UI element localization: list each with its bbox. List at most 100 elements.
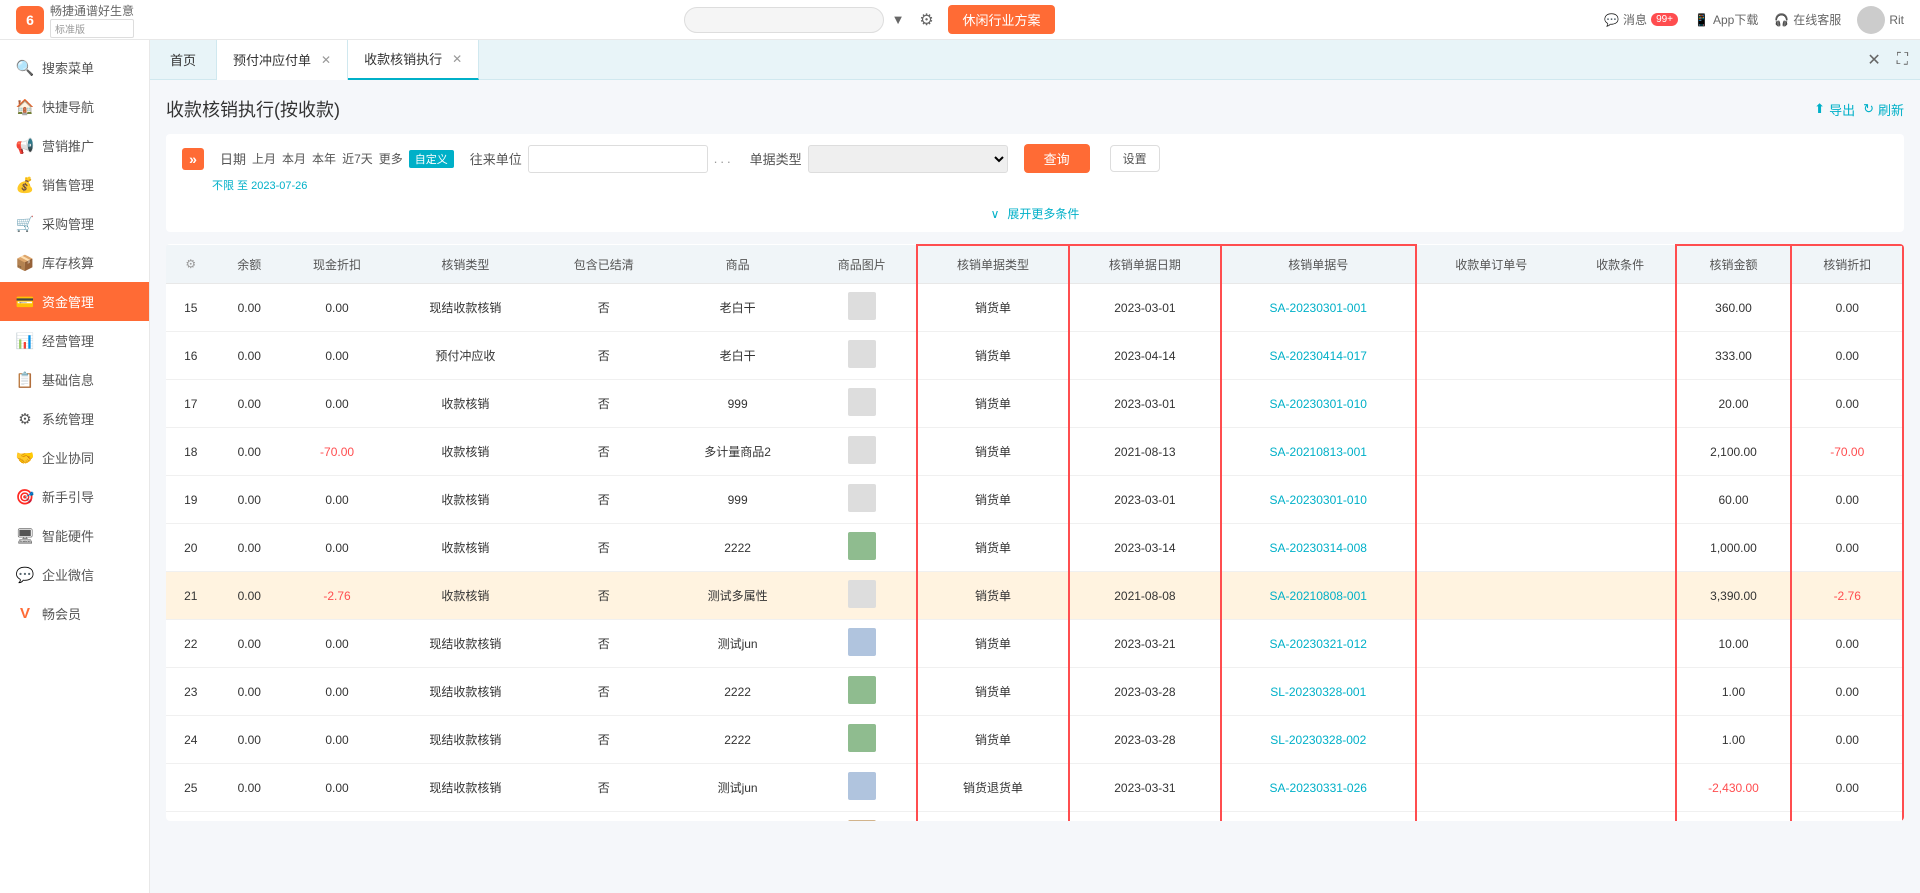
cell-receipt-no bbox=[1416, 764, 1566, 812]
date-7days[interactable]: 近7天 bbox=[342, 150, 373, 167]
date-custom[interactable]: 自定义 bbox=[409, 150, 454, 168]
doc-no-link[interactable]: SA-20230301-001 bbox=[1270, 301, 1367, 315]
filter-receipt-type-item: 单据类型 bbox=[750, 145, 1008, 173]
tab-prepay-close[interactable]: ✕ bbox=[321, 53, 331, 67]
operations-icon: 📊 bbox=[16, 332, 34, 350]
industry-button[interactable]: 休闲行业方案 bbox=[948, 5, 1054, 34]
sidebar-item-inventory[interactable]: 📦 库存核算 bbox=[0, 243, 149, 282]
cell-condition bbox=[1566, 764, 1676, 812]
tab-writeoff-close[interactable]: ✕ bbox=[452, 52, 462, 66]
cell-included: 否 bbox=[540, 764, 668, 812]
setting-button[interactable]: 设置 bbox=[1110, 145, 1160, 172]
cell-receipt-no bbox=[1416, 476, 1566, 524]
filter-expand-button[interactable]: » bbox=[182, 148, 204, 170]
date-label: 日期 bbox=[220, 149, 246, 168]
sidebar-item-search[interactable]: 🔍 搜索菜单 bbox=[0, 48, 149, 87]
cell-included: 否 bbox=[540, 428, 668, 476]
cell-condition bbox=[1566, 812, 1676, 822]
date-this-month[interactable]: 本月 bbox=[282, 150, 306, 167]
cell-discount: 0.00 bbox=[283, 812, 391, 822]
expand-more-btn[interactable]: ∨ 展开更多条件 bbox=[991, 205, 1080, 222]
tab-prepay[interactable]: 预付冲应付单 ✕ bbox=[217, 40, 348, 80]
date-group: 上月 本月 本年 近7天 更多 自定义 bbox=[252, 150, 454, 168]
cell-no: 18 bbox=[166, 428, 216, 476]
counterparty-input[interactable] bbox=[528, 145, 708, 173]
cell-type: 收款核销 bbox=[391, 524, 540, 572]
cell-product-img bbox=[807, 380, 917, 428]
table-row: 18 0.00 -70.00 收款核销 否 多计量商品2 销货单 2021-08… bbox=[166, 428, 1903, 476]
cell-write-off-discount: 0.00 bbox=[1791, 620, 1903, 668]
cell-no: 24 bbox=[166, 716, 216, 764]
export-button[interactable]: ⬆ 导出 bbox=[1814, 100, 1855, 119]
dropdown-arrow-icon[interactable]: ▼ bbox=[892, 12, 905, 27]
sidebar-item-finance[interactable]: 💳 资金管理 bbox=[0, 282, 149, 321]
top-bar-left: 6 畅捷通谱好生意 标准版 bbox=[16, 2, 134, 38]
date-more[interactable]: 更多 bbox=[379, 150, 403, 167]
cell-no: 20 bbox=[166, 524, 216, 572]
doc-no-link[interactable]: SL-20230328-002 bbox=[1270, 733, 1366, 747]
cell-product: 2222 bbox=[668, 524, 808, 572]
date-last-month[interactable]: 上月 bbox=[252, 150, 276, 167]
tab-close-button[interactable]: ✕ bbox=[1863, 46, 1884, 74]
user-item[interactable]: Rit bbox=[1857, 6, 1904, 34]
sidebar-item-operations[interactable]: 📊 经营管理 bbox=[0, 321, 149, 360]
receipt-type-select[interactable] bbox=[808, 145, 1008, 173]
expand-chevron-icon: ∨ bbox=[991, 207, 1000, 221]
col-header-discount: 现金折扣 bbox=[283, 245, 391, 284]
settings-icon[interactable]: ⚙ bbox=[185, 257, 196, 271]
refresh-button[interactable]: ↻ 刷新 bbox=[1863, 100, 1904, 119]
purchase-icon: 🛒 bbox=[16, 215, 34, 233]
cell-discount: -70.00 bbox=[283, 428, 391, 476]
cell-no: 25 bbox=[166, 764, 216, 812]
query-button[interactable]: 查询 bbox=[1024, 144, 1090, 173]
tab-writeoff[interactable]: 收款核销执行 ✕ bbox=[348, 40, 479, 80]
sidebar-item-marketing[interactable]: 📢 营销推广 bbox=[0, 126, 149, 165]
sidebar-item-collab[interactable]: 🤝 企业协同 bbox=[0, 438, 149, 477]
product-img-placeholder bbox=[848, 580, 876, 608]
cell-no: 19 bbox=[166, 476, 216, 524]
sidebar-item-nav[interactable]: 🏠 快捷导航 bbox=[0, 87, 149, 126]
doc-no-link[interactable]: SA-20210813-001 bbox=[1270, 445, 1367, 459]
sidebar-item-wechat[interactable]: 💬 企业微信 bbox=[0, 555, 149, 594]
tab-home[interactable]: 首页 bbox=[150, 40, 217, 80]
cell-type: 收款核销 bbox=[391, 572, 540, 620]
sidebar-item-member[interactable]: V 畅会员 bbox=[0, 594, 149, 633]
col-header-doc-date: 核销单据日期 bbox=[1069, 245, 1221, 284]
sidebar-item-sales[interactable]: 💰 销售管理 bbox=[0, 165, 149, 204]
cell-doc-type: 销货单 bbox=[917, 572, 1069, 620]
sidebar-item-system[interactable]: ⚙ 系统管理 bbox=[0, 399, 149, 438]
sidebar-item-purchase[interactable]: 🛒 采购管理 bbox=[0, 204, 149, 243]
cell-balance: 0.00 bbox=[216, 428, 284, 476]
app-download-item[interactable]: 📱 App下载 bbox=[1694, 11, 1758, 28]
sidebar-item-guide[interactable]: 🎯 新手引导 bbox=[0, 477, 149, 516]
top-search-input[interactable] bbox=[684, 7, 884, 33]
message-item[interactable]: 💬 消息 99+ bbox=[1604, 11, 1678, 28]
doc-no-link[interactable]: SA-20230331-026 bbox=[1270, 781, 1367, 795]
doc-no-link[interactable]: SL-20230328-001 bbox=[1270, 685, 1366, 699]
date-this-year[interactable]: 本年 bbox=[312, 150, 336, 167]
cell-doc-type: 销货单 bbox=[917, 476, 1069, 524]
col-header-receipt-no: 收款单订单号 bbox=[1416, 245, 1566, 284]
sidebar-item-basic[interactable]: 📋 基础信息 bbox=[0, 360, 149, 399]
gear-button[interactable]: ⚙ bbox=[912, 6, 940, 34]
logo: 6 畅捷通谱好生意 标准版 bbox=[16, 2, 134, 38]
sidebar-item-hardware[interactable]: 🖥 智能硬件 bbox=[0, 516, 149, 555]
cell-receipt-no bbox=[1416, 716, 1566, 764]
doc-no-link[interactable]: SA-20230314-008 bbox=[1270, 541, 1367, 555]
online-service-item[interactable]: 🎧 在线客服 bbox=[1774, 11, 1841, 28]
doc-no-link[interactable]: SA-20230301-010 bbox=[1270, 493, 1367, 507]
doc-no-link[interactable]: SA-20210808-001 bbox=[1270, 589, 1367, 603]
home-icon: 🏠 bbox=[16, 98, 34, 116]
inventory-icon: 📦 bbox=[16, 254, 34, 272]
table-row: 25 0.00 0.00 现结收款核销 否 测试jun 销货退货单 2023-0… bbox=[166, 764, 1903, 812]
sidebar-label-sales: 销售管理 bbox=[42, 175, 94, 194]
doc-no-link[interactable]: SA-20230301-010 bbox=[1270, 397, 1367, 411]
col-header-type: 核销类型 bbox=[391, 245, 540, 284]
doc-no-link[interactable]: SA-20230414-017 bbox=[1270, 349, 1367, 363]
cell-no: 16 bbox=[166, 332, 216, 380]
doc-no-link[interactable]: SA-20230321-012 bbox=[1270, 637, 1367, 651]
cell-condition bbox=[1566, 476, 1676, 524]
tab-expand-button[interactable]: ⛶ bbox=[1893, 47, 1912, 73]
page-actions: ⬆ 导出 ↻ 刷新 bbox=[1814, 100, 1904, 119]
cell-doc-no: ABC-001 bbox=[1221, 812, 1416, 822]
